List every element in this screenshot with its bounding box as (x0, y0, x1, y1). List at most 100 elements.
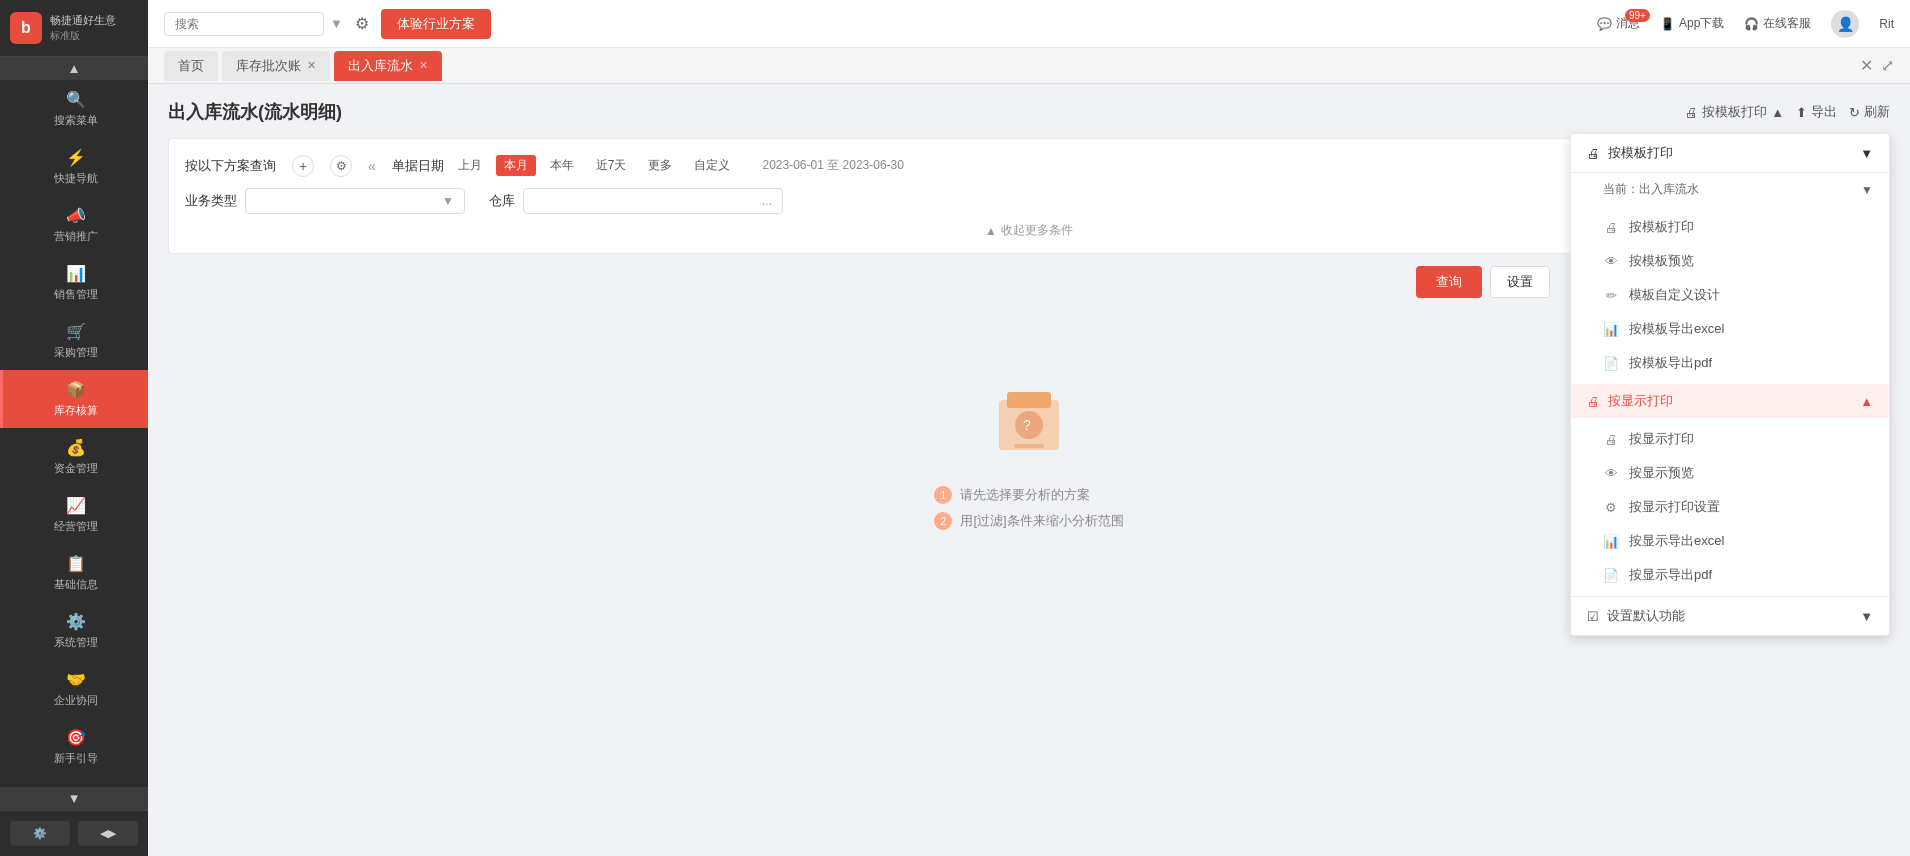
sidebar-item-basic[interactable]: 📋 基础信息 (0, 544, 148, 602)
tab-batch-account-close[interactable]: ✕ (307, 59, 316, 72)
printer-icon: 🖨 (1685, 105, 1698, 120)
trial-btn[interactable]: 体验行业方案 (381, 9, 491, 39)
template-print-header[interactable]: 🖨 按模板打印 ▼ (1571, 134, 1889, 173)
display-print-section-header[interactable]: 🖨 按显示打印 ▲ (1571, 384, 1889, 418)
tab-close-all-icon[interactable]: ✕ (1860, 56, 1873, 75)
search-icon: 🔍 (66, 90, 86, 109)
sidebar-bottom: ⚙️ ◀▶ (0, 810, 148, 856)
template-excel-item[interactable]: 📊 按模板导出excel (1571, 312, 1889, 346)
export-icon: ⬆ (1796, 105, 1807, 120)
template-pdf-item[interactable]: 📄 按模板导出pdf (1571, 346, 1889, 380)
current-chevron-icon[interactable]: ▼ (1861, 183, 1873, 197)
date-option-custom[interactable]: 自定义 (686, 155, 738, 176)
tab-home[interactable]: 首页 (164, 51, 218, 81)
template-print-item-icon: 🖨 (1603, 219, 1619, 235)
default-func-item[interactable]: ☑ 设置默认功能 ▼ (1571, 596, 1889, 635)
template-print-chevron-icon[interactable]: ▼ (1860, 146, 1873, 161)
app-label: App下载 (1679, 15, 1724, 32)
default-func-icon: ☑ (1587, 609, 1599, 624)
sales-icon: 📊 (66, 264, 86, 283)
display-settings-item[interactable]: ⚙ 按显示打印设置 (1571, 490, 1889, 524)
print-chevron-icon[interactable]: ▲ (1771, 105, 1784, 120)
filter-collapse-btn[interactable]: « (368, 158, 376, 174)
sidebar-item-marketing[interactable]: 📣 营销推广 (0, 196, 148, 254)
tab-stock-flow-close[interactable]: ✕ (419, 59, 428, 72)
sidebar-item-appstore[interactable]: 🔲 应用中心 (0, 776, 148, 787)
finance-icon: 💰 (66, 438, 86, 457)
query-btn[interactable]: 查询 (1416, 266, 1482, 298)
display-pdf-item-label: 按显示导出pdf (1629, 566, 1712, 584)
date-option-more[interactable]: 更多 (640, 155, 680, 176)
sidebar-item-quicknav[interactable]: ⚡ 快捷导航 (0, 138, 148, 196)
empty-state-icon: ? (979, 370, 1079, 470)
sidebar-item-search[interactable]: 🔍 搜索菜单 (0, 80, 148, 138)
msg-badge: 99+ (1625, 9, 1650, 22)
print-btn[interactable]: 🖨 按模板打印 ▲ (1685, 103, 1784, 121)
display-preview-item[interactable]: 👁 按显示预览 (1571, 456, 1889, 490)
sidebar-item-sales[interactable]: 📊 销售管理 (0, 254, 148, 312)
sidebar-item-guide[interactable]: 🎯 新手引导 (0, 718, 148, 776)
date-filter-group: 单据日期 上月 本月 本年 近7天 更多 自定义 (392, 155, 739, 176)
tab-stock-flow[interactable]: 出入库流水 ✕ (334, 51, 442, 81)
settings-bottom-btn[interactable]: ⚙️ (10, 821, 70, 846)
topbar-service-btn[interactable]: 🎧 在线客服 (1744, 15, 1811, 32)
date-option-this-year[interactable]: 本年 (542, 155, 582, 176)
collapse-sidebar-btn[interactable]: ◀▶ (78, 821, 138, 846)
display-excel-item-icon: 📊 (1603, 533, 1619, 549)
search-input[interactable] (164, 12, 324, 36)
export-btn[interactable]: ⬆ 导出 (1796, 103, 1837, 121)
template-preview-item-icon: 👁 (1603, 253, 1619, 269)
sidebar-nav: 🔍 搜索菜单 ⚡ 快捷导航 📣 营销推广 📊 销售管理 🛒 采购管理 📦 库存核… (0, 80, 148, 787)
topbar-gear-icon[interactable]: ⚙ (355, 14, 369, 33)
headset-icon: 🎧 (1744, 17, 1759, 31)
display-print-item[interactable]: 🖨 按显示打印 (1571, 422, 1889, 456)
date-option-last-month[interactable]: 上月 (450, 155, 490, 176)
svg-rect-4 (1014, 444, 1044, 448)
sidebar-item-operations[interactable]: 📈 经营管理 (0, 486, 148, 544)
template-print-header-icon: 🖨 (1587, 146, 1600, 161)
template-preview-item-label: 按模板预览 (1629, 252, 1694, 270)
sidebar-item-inventory[interactable]: 📦 库存核算 (0, 370, 148, 428)
topbar-avatar[interactable]: 👤 (1831, 10, 1859, 38)
topbar-msg-btn[interactable]: 💬 消息 99+ (1597, 15, 1640, 32)
refresh-btn[interactable]: ↻ 刷新 (1849, 103, 1890, 121)
filter-add-btn[interactable]: + (292, 155, 314, 177)
basic-icon: 📋 (66, 554, 86, 573)
display-excel-item[interactable]: 📊 按显示导出excel (1571, 524, 1889, 558)
date-option-7days[interactable]: 近7天 (588, 155, 635, 176)
display-preview-item-label: 按显示预览 (1629, 464, 1694, 482)
biz-type-arrow-icon: ▼ (442, 194, 454, 208)
display-print-header-label: 按显示打印 (1608, 392, 1673, 410)
sidebar-item-finance[interactable]: 💰 资金管理 (0, 428, 148, 486)
display-print-chevron-icon[interactable]: ▲ (1860, 394, 1873, 409)
sidebar-item-purchase[interactable]: 🛒 采购管理 (0, 312, 148, 370)
page-content: 出入库流水(流水明细) 🖨 按模板打印 ▲ ⬆ 导出 ↻ 刷新 (148, 84, 1910, 856)
tab-batch-account[interactable]: 库存批次账 ✕ (222, 51, 330, 81)
template-preview-item[interactable]: 👁 按模板预览 (1571, 244, 1889, 278)
hint-num-2: 2 (934, 512, 952, 530)
topbar-app-btn[interactable]: 📱 App下载 (1660, 15, 1724, 32)
sidebar-item-system[interactable]: ⚙️ 系统管理 (0, 602, 148, 660)
warehouse-more-icon[interactable]: ... (762, 194, 772, 208)
filter-settings-icon[interactable]: ⚙ (330, 155, 352, 177)
template-custom-item-label: 模板自定义设计 (1629, 286, 1720, 304)
search-chevron-icon[interactable]: ▼ (330, 16, 343, 31)
display-pdf-item[interactable]: 📄 按显示导出pdf (1571, 558, 1889, 592)
topbar-search-area: ▼ (164, 12, 343, 36)
topbar-username[interactable]: Rit (1879, 17, 1894, 31)
sidebar-scroll-up[interactable]: ▲ (0, 57, 148, 80)
date-option-this-month[interactable]: 本月 (496, 155, 536, 176)
settings-btn[interactable]: 设置 (1490, 266, 1550, 298)
tab-maximize-icon[interactable]: ⤢ (1881, 56, 1894, 75)
template-print-item[interactable]: 🖨 按模板打印 (1571, 210, 1889, 244)
hint-num-1: 1 (934, 486, 952, 504)
warehouse-select[interactable]: ... (523, 188, 783, 214)
sidebar-scroll-down[interactable]: ▼ (0, 787, 148, 810)
template-custom-item[interactable]: ✏ 模板自定义设计 (1571, 278, 1889, 312)
biz-type-select[interactable]: ▼ (245, 188, 465, 214)
sidebar-item-collab[interactable]: 🤝 企业协同 (0, 660, 148, 718)
warehouse-group: 仓库 ... (489, 188, 783, 214)
default-func-chevron-icon[interactable]: ▼ (1860, 609, 1873, 624)
template-excel-item-label: 按模板导出excel (1629, 320, 1724, 338)
tab-batch-account-label: 库存批次账 (236, 57, 301, 75)
